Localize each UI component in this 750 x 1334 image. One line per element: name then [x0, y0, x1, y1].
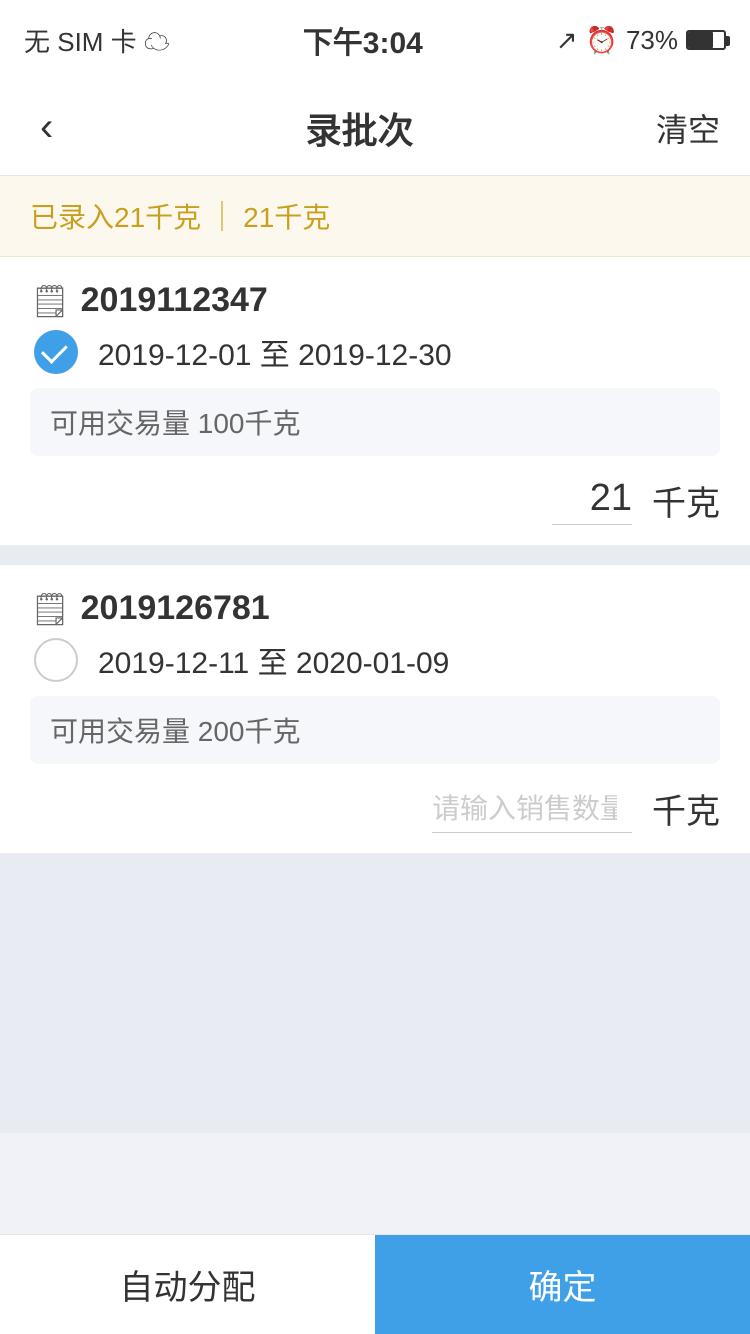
batch-2-header: 🗒 2019126781 — [30, 589, 720, 628]
page-title: 录批次 — [306, 102, 414, 154]
batch-1-available: 可用交易量 100千克 — [30, 388, 720, 456]
batch-2-unit: 千克 — [652, 784, 720, 833]
batch-1-card: 🗒 2019112347 2019-12-01 至 2019-12-30 可用交… — [0, 257, 750, 456]
section-divider — [0, 545, 750, 565]
batch-2-id: 2019126781 — [81, 589, 270, 628]
status-time: 下午3:04 — [303, 18, 423, 62]
status-bar: 无 SIM 卡 ☁ 下午3:04 ↗ ⏰ 73% — [0, 0, 750, 80]
content-area: 🗒 2019112347 2019-12-01 至 2019-12-30 可用交… — [0, 257, 750, 1233]
batch-1-unit: 千克 — [652, 476, 720, 525]
alarm-icon: ⏰ — [586, 25, 618, 56]
batch-2-section: 🗒 2019126781 2019-12-11 至 2020-01-09 可用交… — [0, 565, 750, 853]
batch-2-available: 可用交易量 200千克 — [30, 696, 720, 764]
bottom-actions: 自动分配 确定 — [0, 1234, 750, 1334]
batch-2-date-row: 2019-12-11 至 2020-01-09 — [30, 638, 720, 682]
info-banner: 已录入21千克 21千克 — [0, 176, 750, 257]
battery-text: 73% — [626, 25, 678, 56]
status-right: ↗ ⏰ 73% — [556, 25, 726, 56]
batch-1-date-row: 2019-12-01 至 2019-12-30 — [30, 330, 720, 374]
batch-2-qty-input[interactable] — [432, 785, 632, 833]
clear-button[interactable]: 清空 — [656, 105, 720, 151]
back-button[interactable]: ‹ — [30, 95, 63, 160]
batch-1-date: 2019-12-01 至 2019-12-30 — [98, 330, 452, 374]
location-icon: ↗ — [556, 25, 578, 56]
batch-1-radio[interactable] — [34, 330, 78, 374]
batch-2-doc-icon: 🗒 — [30, 590, 71, 628]
batch-1-id: 2019112347 — [81, 281, 268, 320]
batch-1-qty-value: 21 — [552, 477, 632, 525]
recorded-label: 已录入21千克 — [30, 196, 201, 236]
batch-1-doc-icon: 🗒 — [30, 282, 71, 320]
recorded-value: 21千克 — [243, 196, 330, 236]
batch-1-header: 🗒 2019112347 — [30, 281, 720, 320]
batch-2-date: 2019-12-11 至 2020-01-09 — [98, 638, 449, 682]
status-left: 无 SIM 卡 ☁ — [24, 22, 170, 59]
battery-icon — [686, 30, 726, 50]
no-sim-text: 无 SIM 卡 ☁ — [24, 22, 170, 59]
batch-2-card: 🗒 2019126781 2019-12-11 至 2020-01-09 可用交… — [0, 565, 750, 764]
batch-1-qty-row: 21 千克 — [0, 456, 750, 545]
info-divider — [221, 201, 223, 231]
confirm-button[interactable]: 确定 — [375, 1235, 750, 1334]
batch-2-qty-row: 千克 — [0, 764, 750, 853]
spacer-area — [0, 853, 750, 1133]
batch-1-section: 🗒 2019112347 2019-12-01 至 2019-12-30 可用交… — [0, 257, 750, 545]
auto-distribute-button[interactable]: 自动分配 — [0, 1235, 375, 1334]
batch-2-radio[interactable] — [34, 638, 78, 682]
nav-bar: ‹ 录批次 清空 — [0, 80, 750, 176]
